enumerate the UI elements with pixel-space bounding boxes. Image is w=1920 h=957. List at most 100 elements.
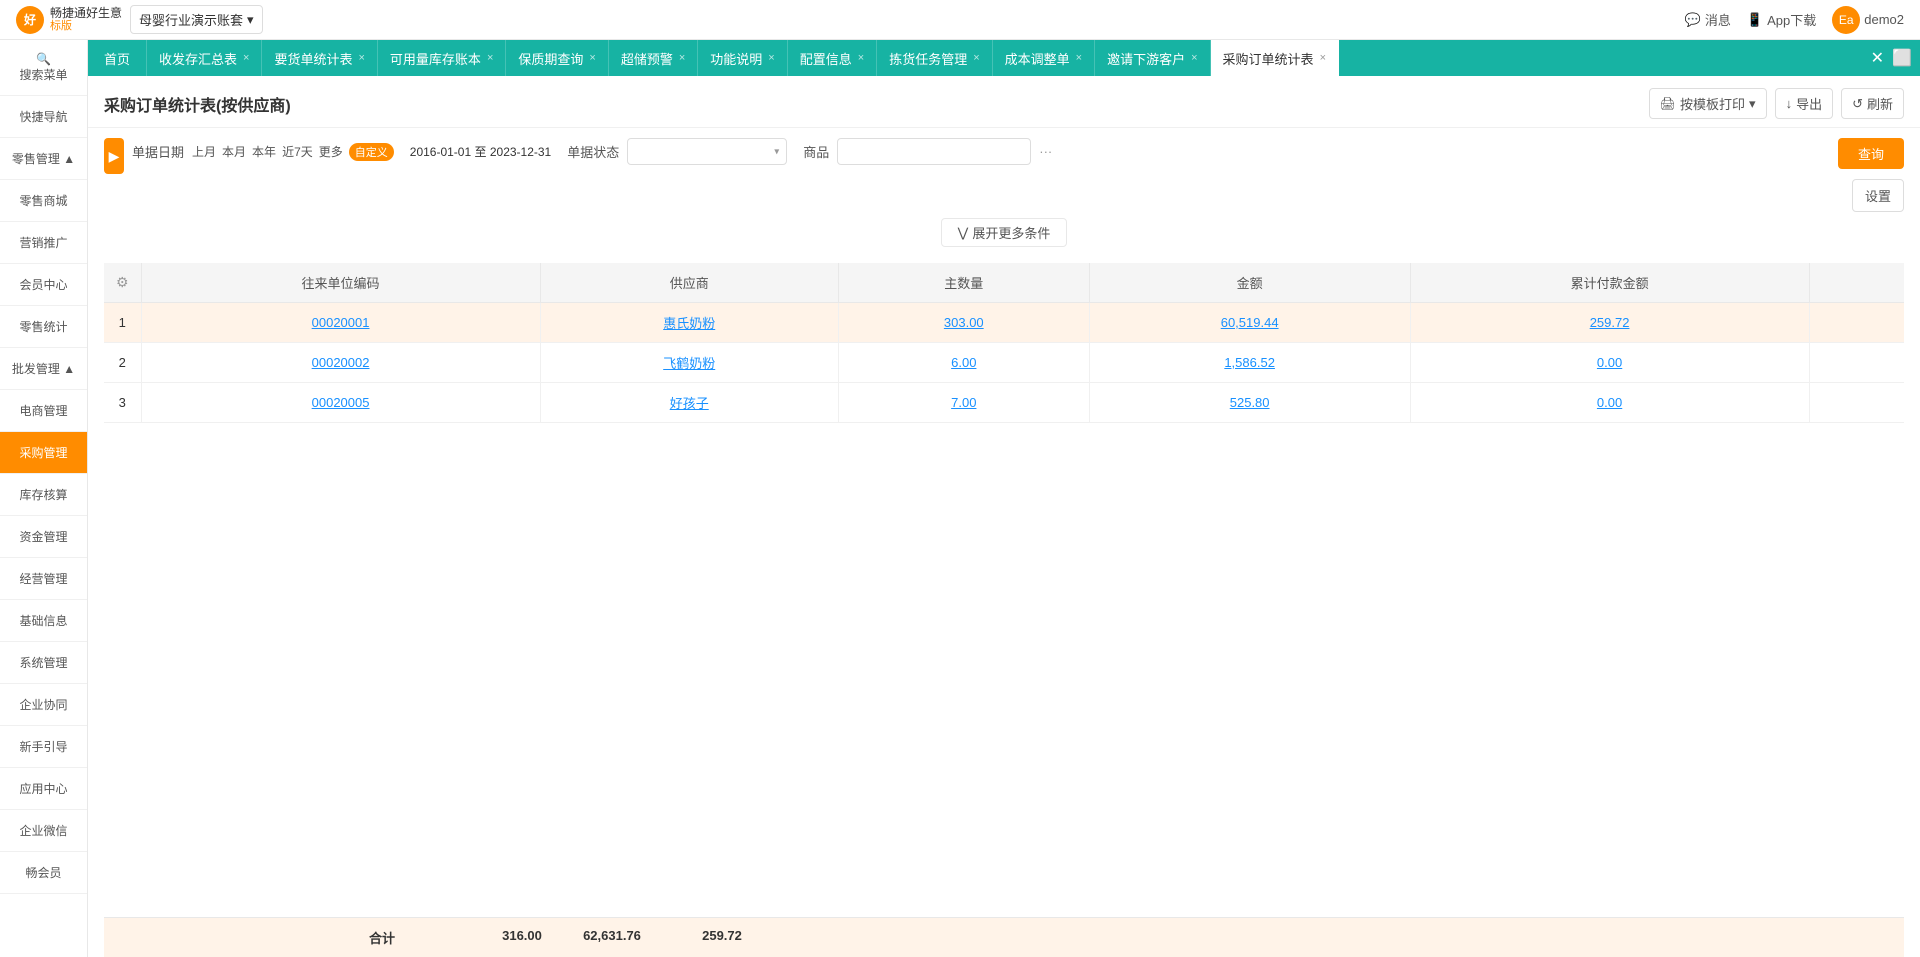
- sidebar-item-retail-mall[interactable]: 零售商城: [0, 180, 87, 222]
- page-content: 采购订单统计表(按供应商) 🖨 按模板打印 ▾ ↓ 导出 ↺ 刷新: [88, 76, 1920, 957]
- refresh-button[interactable]: ↺ 刷新: [1841, 88, 1904, 119]
- search-icon: 🔍: [36, 52, 51, 66]
- row-paid: 259.72: [1410, 303, 1809, 343]
- goods-filter: 商品 ···: [803, 138, 1052, 165]
- supplier-code-link[interactable]: 00020002: [312, 355, 370, 370]
- row-no: 2: [104, 343, 141, 383]
- paid-link[interactable]: 259.72: [1590, 315, 1630, 330]
- tab-available-inventory[interactable]: 可用量库存账本 ×: [378, 40, 506, 76]
- qty-link[interactable]: 6.00: [951, 355, 976, 370]
- custom-badge: 自定义: [349, 143, 394, 161]
- row-amount: 60,519.44: [1089, 303, 1410, 343]
- close-icon[interactable]: ×: [973, 52, 979, 64]
- sidebar-item-enterprise-collab[interactable]: 企业协同: [0, 684, 87, 726]
- row-qty: 6.00: [838, 343, 1089, 383]
- qty-link[interactable]: 303.00: [944, 315, 984, 330]
- tab-config-info[interactable]: 配置信息 ×: [788, 40, 877, 76]
- shortcut-this-year[interactable]: 本年: [252, 143, 276, 160]
- supplier-name-link[interactable]: 惠氏奶粉: [663, 316, 715, 331]
- tab-cost-adjust[interactable]: 成本调整单 ×: [993, 40, 1095, 76]
- logo-icon: 好: [16, 6, 44, 34]
- export-button[interactable]: ↓ 导出: [1775, 88, 1834, 119]
- shortcut-this-month[interactable]: 本月: [222, 143, 246, 160]
- close-icon[interactable]: ×: [1320, 52, 1326, 64]
- sidebar-item-vip[interactable]: 畅会员: [0, 852, 87, 894]
- paid-link[interactable]: 0.00: [1597, 355, 1622, 370]
- close-icon[interactable]: ×: [1191, 52, 1197, 64]
- paid-link[interactable]: 0.00: [1597, 395, 1622, 410]
- close-icon[interactable]: ×: [679, 52, 685, 64]
- sidebar-item-purchase[interactable]: 采购管理: [0, 432, 87, 474]
- status-select[interactable]: [627, 138, 787, 165]
- workspace-selector[interactable]: 母婴行业演示账套 ▾: [130, 5, 263, 34]
- sidebar-item-funds[interactable]: 资金管理: [0, 516, 87, 558]
- shortcut-7days[interactable]: 近7天: [282, 143, 313, 160]
- supplier-name-link[interactable]: 好孩子: [670, 396, 709, 411]
- sidebar-item-operations[interactable]: 经营管理: [0, 558, 87, 600]
- template-print-button[interactable]: 🖨 按模板打印 ▾: [1649, 88, 1767, 119]
- close-icon[interactable]: ×: [1076, 52, 1082, 64]
- sidebar-item-retail-mgmt[interactable]: 零售管理 ▲: [0, 138, 87, 180]
- chevron-down-icon: ⋁: [958, 225, 969, 241]
- tab-order-stats[interactable]: 要货单统计表 ×: [262, 40, 377, 76]
- shortcut-more[interactable]: 更多: [319, 143, 343, 160]
- row-extra: [1809, 343, 1904, 383]
- maximize-icon[interactable]: ⬜: [1892, 48, 1912, 68]
- sidebar-item-wholesale-mgmt[interactable]: 批发管理 ▲: [0, 348, 87, 390]
- footer-qty: 316.00: [482, 928, 562, 947]
- sidebar-item-search[interactable]: 🔍 搜索菜单: [0, 40, 87, 96]
- row-paid: 0.00: [1410, 383, 1809, 423]
- sidebar-item-app-center[interactable]: 应用中心: [0, 768, 87, 810]
- close-icon[interactable]: ×: [243, 52, 249, 64]
- sidebar-item-basics[interactable]: 基础信息: [0, 600, 87, 642]
- tab-shelf-life[interactable]: 保质期查询 ×: [506, 40, 608, 76]
- sidebar-item-enterprise-wechat[interactable]: 企业微信: [0, 810, 87, 852]
- close-icon[interactable]: ×: [358, 52, 364, 64]
- amount-link[interactable]: 60,519.44: [1221, 315, 1279, 330]
- qty-link[interactable]: 7.00: [951, 395, 976, 410]
- settings-button[interactable]: 设置: [1852, 179, 1904, 212]
- expand-more-button[interactable]: ⋁ 展开更多条件: [941, 218, 1068, 247]
- tab-home[interactable]: 首页: [88, 40, 147, 76]
- close-all-icon[interactable]: ✕: [1871, 48, 1884, 68]
- goods-input[interactable]: [837, 138, 1031, 165]
- tab-invite-downstream[interactable]: 邀请下游客户 ×: [1095, 40, 1210, 76]
- sidebar-item-system[interactable]: 系统管理: [0, 642, 87, 684]
- export-icon: ↓: [1786, 96, 1793, 111]
- close-icon[interactable]: ×: [589, 52, 595, 64]
- supplier-name-link[interactable]: 飞鹤奶粉: [663, 356, 715, 371]
- sidebar-item-newbie[interactable]: 新手引导: [0, 726, 87, 768]
- close-icon[interactable]: ×: [768, 52, 774, 64]
- tab-picking-task[interactable]: 拣货任务管理 ×: [877, 40, 992, 76]
- tab-purchase-order-stats[interactable]: 采购订单统计表 ×: [1211, 40, 1339, 76]
- amount-link[interactable]: 1,586.52: [1224, 355, 1275, 370]
- sidebar-item-members[interactable]: 会员中心: [0, 264, 87, 306]
- more-icon[interactable]: ···: [1039, 144, 1052, 159]
- tab-function-desc[interactable]: 功能说明 ×: [698, 40, 787, 76]
- shortcut-last-month[interactable]: 上月: [192, 143, 216, 160]
- supplier-code-link[interactable]: 00020005: [312, 395, 370, 410]
- sidebar-item-ecommerce[interactable]: 电商管理: [0, 390, 87, 432]
- tab-receipts-summary[interactable]: 收发存汇总表 ×: [147, 40, 262, 76]
- user-profile[interactable]: Ea demo2: [1832, 6, 1904, 34]
- sidebar-item-retail-stats[interactable]: 零售统计: [0, 306, 87, 348]
- col-qty: 主数量: [838, 263, 1089, 303]
- tab-overstock-warning[interactable]: 超储预警 ×: [609, 40, 698, 76]
- row-amount: 1,586.52: [1089, 343, 1410, 383]
- filter-actions: 查询 设置: [1838, 138, 1904, 212]
- close-icon[interactable]: ×: [487, 52, 493, 64]
- message-button[interactable]: 💬 消息: [1685, 10, 1731, 29]
- app-download-button[interactable]: 📱 App下载: [1747, 10, 1816, 29]
- sidebar-item-marketing[interactable]: 营销推广: [0, 222, 87, 264]
- close-icon[interactable]: ×: [858, 52, 864, 64]
- settings-icon[interactable]: ⚙: [116, 274, 129, 290]
- sidebar-item-inventory[interactable]: 库存核算: [0, 474, 87, 516]
- sidebar-item-shortcut[interactable]: 快捷导航: [0, 96, 87, 138]
- query-button[interactable]: 查询: [1838, 138, 1904, 169]
- row-supplier: 飞鹤奶粉: [540, 343, 838, 383]
- filter-toggle-button[interactable]: ▶: [104, 138, 124, 174]
- nav-tabs: 首页 收发存汇总表 × 要货单统计表 × 可用量库存账本 × 保质期查询 × 超…: [88, 40, 1920, 76]
- expand-row: ⋁ 展开更多条件: [104, 212, 1904, 253]
- amount-link[interactable]: 525.80: [1230, 395, 1270, 410]
- supplier-code-link[interactable]: 00020001: [312, 315, 370, 330]
